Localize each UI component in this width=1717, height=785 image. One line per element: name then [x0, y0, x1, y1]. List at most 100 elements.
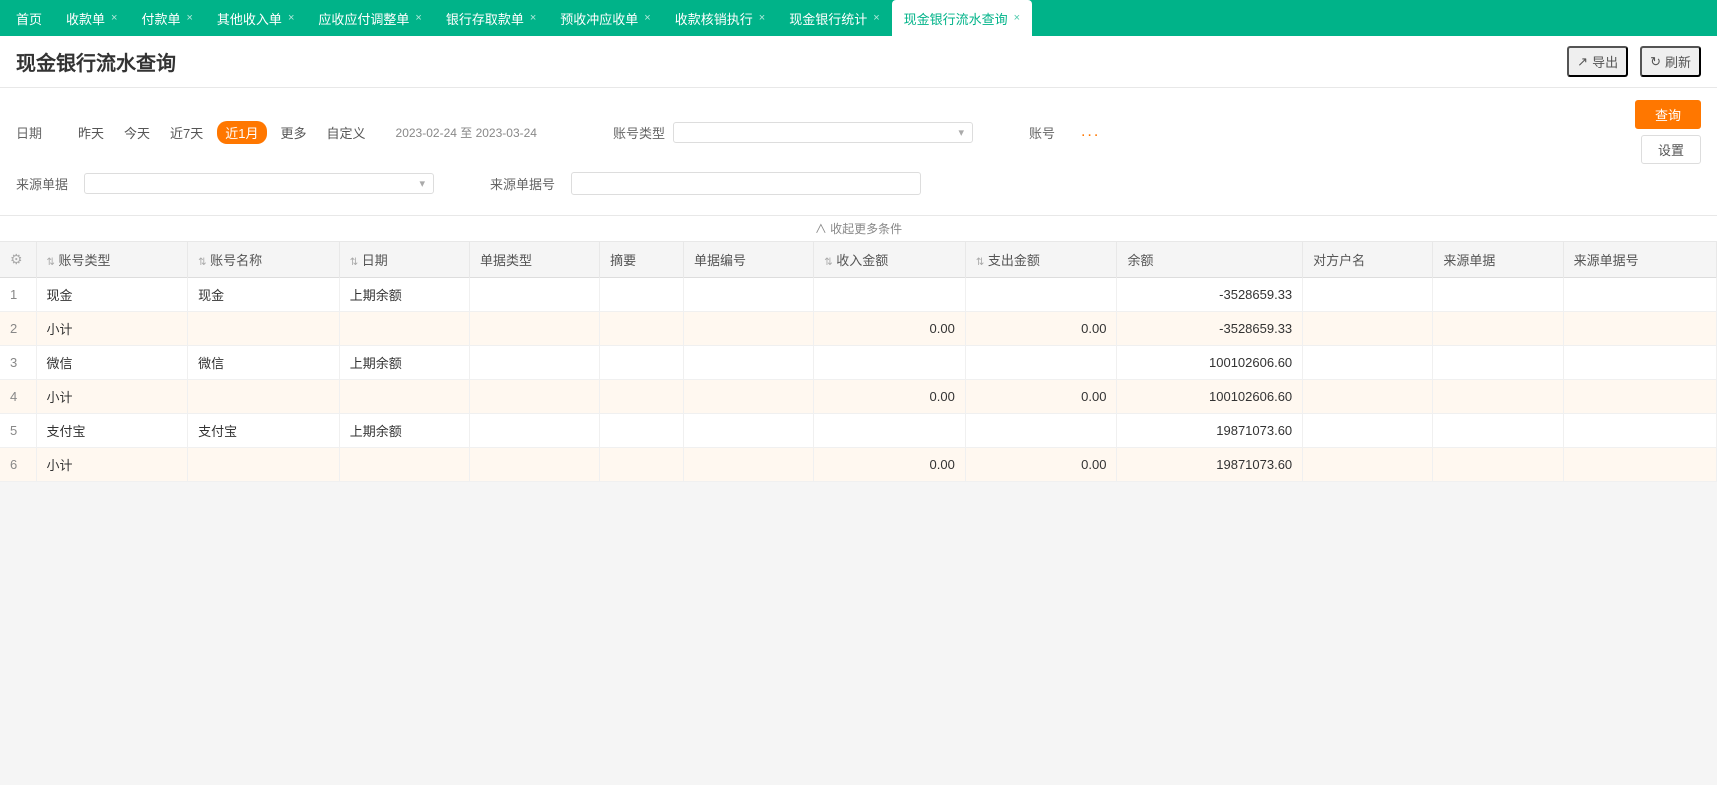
close-icon[interactable]: ×: [186, 12, 192, 24]
table-row[interactable]: 5支付宝支付宝上期余额19871073.60: [0, 414, 1717, 448]
col-account-type[interactable]: ⇅ 账号类型: [36, 242, 188, 278]
settings-button[interactable]: 设置: [1641, 135, 1701, 164]
export-button[interactable]: ↗ 导出: [1567, 46, 1628, 77]
cell-source-doc: [1433, 346, 1563, 380]
cell-doc-no: [683, 448, 813, 482]
table-row[interactable]: 3微信微信上期余额100102606.60: [0, 346, 1717, 380]
cell-balance: 100102606.60: [1117, 380, 1303, 414]
account-type-select[interactable]: ▾: [673, 122, 973, 143]
table-body: 1现金现金上期余额-3528659.332小计0.000.00-3528659.…: [0, 278, 1717, 482]
shortcut-7days[interactable]: 近7天: [164, 121, 209, 144]
nav-item-stats[interactable]: 现金银行统计 ×: [777, 0, 891, 36]
chevron-down-icon: ▾: [958, 126, 964, 139]
date-range-display: 2023-02-24 至 2023-03-24: [396, 124, 537, 141]
cell-date: [339, 380, 469, 414]
query-button[interactable]: 查询: [1635, 100, 1701, 129]
cell-date: 上期余额: [339, 414, 469, 448]
close-icon[interactable]: ×: [873, 12, 879, 24]
cell-source-doc-no: [1563, 380, 1716, 414]
table-row[interactable]: 1现金现金上期余额-3528659.33: [0, 278, 1717, 312]
cell-balance: 19871073.60: [1117, 414, 1303, 448]
close-icon[interactable]: ×: [644, 12, 650, 24]
table-header-row: ⚙ ⇅ 账号类型 ⇅ 账号名称 ⇅ 日期 单据类型 摘要: [0, 242, 1717, 278]
shortcut-custom[interactable]: 自定义: [321, 121, 372, 144]
nav-item-payment[interactable]: 付款单 ×: [129, 0, 204, 36]
cell-doc-type: [469, 278, 599, 312]
cell-doc-no: [683, 414, 813, 448]
cell-expense: 0.00: [965, 448, 1117, 482]
cell-source-doc: [1433, 380, 1563, 414]
cell-account-name: 现金: [188, 278, 340, 312]
cell-balance: -3528659.33: [1117, 312, 1303, 346]
account-type-label: 账号类型: [613, 123, 665, 142]
cell-source-doc-no: [1563, 414, 1716, 448]
date-shortcuts: 昨天 今天 近7天 近1月 更多 自定义: [72, 121, 372, 144]
source-doc-select[interactable]: ▾: [84, 173, 434, 194]
cell-counterpart: [1303, 312, 1433, 346]
filter-area: 日期 昨天 今天 近7天 近1月 更多 自定义 2023-02-24 至 202…: [0, 88, 1717, 216]
nav-item-advance[interactable]: 预收冲应收单 ×: [548, 0, 662, 36]
gear-icon[interactable]: ⚙: [10, 251, 23, 267]
col-balance: 余额: [1117, 242, 1303, 278]
date-label: 日期: [16, 123, 56, 142]
shortcut-yesterday[interactable]: 昨天: [72, 121, 110, 144]
cell-source-doc: [1433, 448, 1563, 482]
source-doc-no-input[interactable]: [571, 172, 921, 195]
close-icon[interactable]: ×: [1014, 12, 1020, 24]
collapse-up-icon: ∧: [815, 222, 827, 236]
col-doc-no: 单据编号: [683, 242, 813, 278]
shortcut-more[interactable]: 更多: [275, 121, 313, 144]
account-more-button[interactable]: ...: [1077, 123, 1104, 141]
nav-item-flow-query[interactable]: 现金银行流水查询 ×: [892, 0, 1032, 36]
cell-source-doc: [1433, 414, 1563, 448]
cell-income: [814, 278, 966, 312]
row-number: 1: [0, 278, 36, 312]
table-row[interactable]: 4小计0.000.00100102606.60: [0, 380, 1717, 414]
cell-balance: 19871073.60: [1117, 448, 1303, 482]
col-income[interactable]: ⇅ 收入金额: [814, 242, 966, 278]
col-account-name[interactable]: ⇅ 账号名称: [188, 242, 340, 278]
cell-summary: [600, 380, 684, 414]
cell-date: [339, 312, 469, 346]
nav-item-bank-deposit[interactable]: 银行存取款单 ×: [434, 0, 548, 36]
close-icon[interactable]: ×: [530, 12, 536, 24]
cell-doc-type: [469, 414, 599, 448]
close-icon[interactable]: ×: [288, 12, 294, 24]
cell-account-type: 小计: [36, 448, 188, 482]
nav-item-other-income[interactable]: 其他收入单 ×: [205, 0, 306, 36]
cell-date: 上期余额: [339, 346, 469, 380]
cell-balance: -3528659.33: [1117, 278, 1303, 312]
cell-account-name: [188, 380, 340, 414]
table-wrapper: ⚙ ⇅ 账号类型 ⇅ 账号名称 ⇅ 日期 单据类型 摘要: [0, 242, 1717, 482]
close-icon[interactable]: ×: [415, 12, 421, 24]
refresh-button[interactable]: ↻ 刷新: [1640, 46, 1701, 77]
cell-source-doc-no: [1563, 278, 1716, 312]
cell-account-type: 微信: [36, 346, 188, 380]
shortcut-today[interactable]: 今天: [118, 121, 156, 144]
cell-counterpart: [1303, 414, 1433, 448]
col-date[interactable]: ⇅ 日期: [339, 242, 469, 278]
shortcut-1month[interactable]: 近1月: [217, 121, 266, 144]
page-header: 现金银行流水查询 ↗ 导出 ↻ 刷新: [0, 36, 1717, 88]
collapse-bar[interactable]: ∧ 收起更多条件: [0, 216, 1717, 242]
top-navigation: 首页 收款单 × 付款单 × 其他收入单 × 应收应付调整单 × 银行存取款单 …: [0, 0, 1717, 36]
cell-date: 上期余额: [339, 278, 469, 312]
page-title: 现金银行流水查询: [16, 47, 176, 76]
nav-item-receipt[interactable]: 收款单 ×: [54, 0, 129, 36]
col-gear: ⚙: [0, 242, 36, 278]
cell-source-doc-no: [1563, 448, 1716, 482]
cell-source-doc-no: [1563, 346, 1716, 380]
cell-counterpart: [1303, 346, 1433, 380]
close-icon[interactable]: ×: [111, 12, 117, 24]
nav-item-adjustment[interactable]: 应收应付调整单 ×: [306, 0, 433, 36]
close-icon[interactable]: ×: [759, 12, 765, 24]
table-row[interactable]: 2小计0.000.00-3528659.33: [0, 312, 1717, 346]
cell-income: 0.00: [814, 312, 966, 346]
filter-row-date: 日期 昨天 今天 近7天 近1月 更多 自定义 2023-02-24 至 202…: [16, 100, 1701, 164]
nav-item-verify[interactable]: 收款核销执行 ×: [663, 0, 777, 36]
table-row[interactable]: 6小计0.000.0019871073.60: [0, 448, 1717, 482]
refresh-icon: ↻: [1650, 54, 1661, 70]
nav-item-home[interactable]: 首页: [4, 0, 54, 36]
col-expense[interactable]: ⇅ 支出金额: [965, 242, 1117, 278]
col-doc-type: 单据类型: [469, 242, 599, 278]
